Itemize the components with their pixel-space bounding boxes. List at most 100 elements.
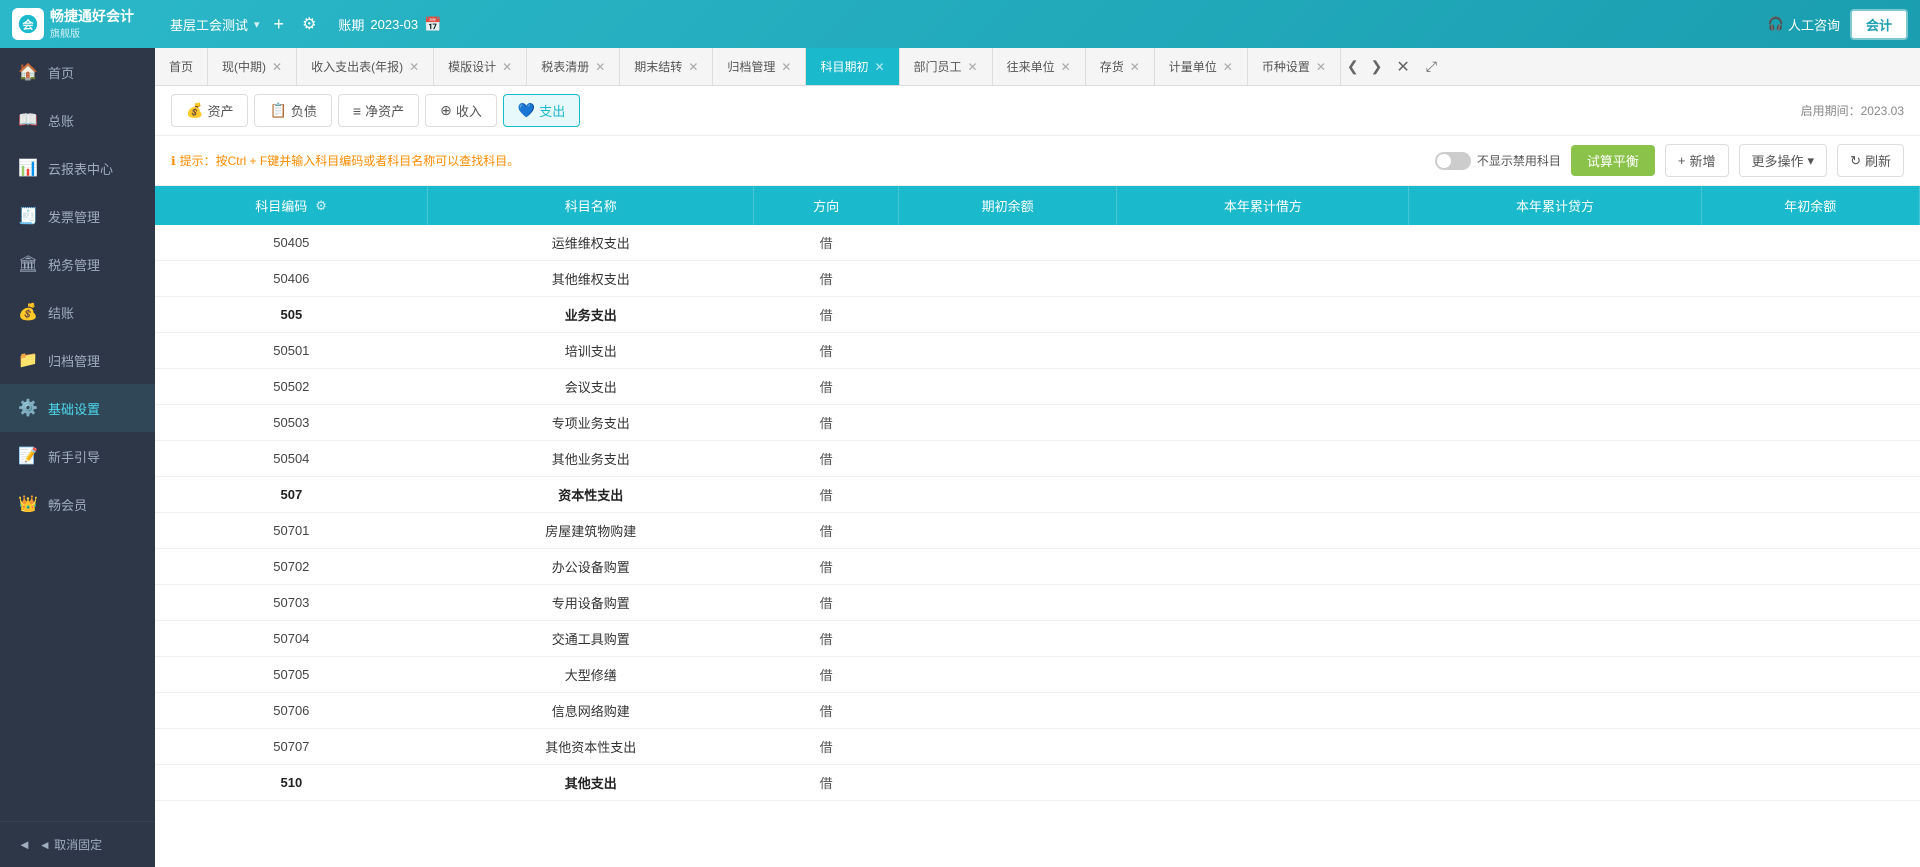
tab-home[interactable]: 首页 (155, 48, 208, 86)
tab-next-button[interactable]: ❯ (1365, 48, 1389, 86)
tab-close-icon[interactable]: ✕ (1130, 60, 1140, 74)
table-row[interactable]: 50406 其他维权支出 借 (155, 261, 1920, 297)
sidebar-item-label: 云报表中心 (48, 159, 113, 178)
add-tab-button[interactable]: + (270, 14, 289, 35)
tab-period-end[interactable]: 期末结转 ✕ (620, 48, 713, 86)
cell-code: 510 (155, 765, 428, 801)
sidebar-item-ledger[interactable]: 📖 总账 (0, 96, 155, 144)
table-row[interactable]: 50705 大型修缮 借 (155, 657, 1920, 693)
tab-unit[interactable]: 计量单位 ✕ (1155, 48, 1248, 86)
table-row[interactable]: 50707 其他资本性支出 借 (155, 729, 1920, 765)
sidebar-item-close[interactable]: 💰 结账 (0, 288, 155, 336)
sidebar-item-settings[interactable]: ⚙️ 基础设置 (0, 384, 155, 432)
tab-tax[interactable]: 税表清册 ✕ (527, 48, 620, 86)
tab-template[interactable]: 模版设计 ✕ (434, 48, 527, 86)
balance-button[interactable]: 试算平衡 (1571, 145, 1655, 176)
tab-close-all-button[interactable]: ✕ (1388, 48, 1417, 86)
tab-current-period[interactable]: 现(中期) ✕ (208, 48, 297, 86)
table-row[interactable]: 50701 房屋建筑物购建 借 (155, 513, 1920, 549)
tab-label: 部门员工 (914, 58, 962, 75)
sub-tab-expense[interactable]: 💙 支出 (503, 94, 580, 127)
sidebar-item-label: 新手引导 (48, 447, 100, 466)
tab-close-icon[interactable]: ✕ (1223, 60, 1233, 74)
cell-dir: 借 (754, 585, 899, 621)
table-row[interactable]: 507 资本性支出 借 (155, 477, 1920, 513)
sidebar-collapse-button[interactable]: ◄ ◄ 取消固定 (0, 821, 155, 867)
tab-subject-initial[interactable]: 科目期初 ✕ (806, 48, 899, 86)
tab-close-icon[interactable]: ✕ (688, 60, 698, 74)
table-container: 科目编码 ⚙ 科目名称 方向 期初余额 本年累计借方 本年累计贷方 年初余额 5… (155, 186, 1920, 867)
table-row[interactable]: 50703 专用设备购置 借 (155, 585, 1920, 621)
tab-archive[interactable]: 归档管理 ✕ (713, 48, 806, 86)
settings-icon[interactable]: ⚙ (298, 14, 320, 34)
table-row[interactable]: 50502 会议支出 借 (155, 369, 1920, 405)
logo-sub: 旗舰版 (50, 25, 134, 40)
tab-expand-button[interactable]: ⤢ (1418, 48, 1445, 86)
cell-ytd-debit (1117, 765, 1409, 801)
sub-tab-equity[interactable]: ≡ 净资产 (338, 94, 419, 127)
calendar-icon[interactable]: 📅 (424, 16, 441, 33)
tab-close-icon[interactable]: ✕ (781, 60, 791, 74)
sidebar-item-invoice[interactable]: 🧾 发票管理 (0, 192, 155, 240)
plus-icon: + (1678, 153, 1686, 168)
tab-close-icon[interactable]: ✕ (595, 60, 605, 74)
tab-close-icon[interactable]: ✕ (1061, 60, 1071, 74)
sub-tab-asset[interactable]: 💰 资产 (171, 94, 248, 127)
sidebar-item-archive[interactable]: 📁 归档管理 (0, 336, 155, 384)
table-row[interactable]: 50503 专项业务支出 借 (155, 405, 1920, 441)
cell-code: 50703 (155, 585, 428, 621)
account-button[interactable]: 会计 (1850, 9, 1908, 40)
hint-text: 提示：按Ctrl + F键并输入科目编码或者科目名称可以查找科目。 (180, 152, 520, 169)
cell-name: 培训支出 (428, 333, 754, 369)
refresh-button[interactable]: ↻ 刷新 (1837, 144, 1904, 177)
tab-dept[interactable]: 部门员工 ✕ (900, 48, 993, 86)
table-row[interactable]: 50504 其他业务支出 借 (155, 441, 1920, 477)
company-area[interactable]: 基层工会测试 ▾ (170, 15, 260, 34)
table-row[interactable]: 510 其他支出 借 (155, 765, 1920, 801)
tab-close-icon[interactable]: ✕ (272, 60, 282, 74)
logo-text: 畅捷通好会计 (50, 8, 134, 25)
sidebar-item-label: 税务管理 (48, 255, 100, 274)
sidebar-item-vip[interactable]: 👑 畅会员 (0, 480, 155, 528)
more-button[interactable]: 更多操作 ▾ (1739, 144, 1828, 177)
cell-beginning (1701, 225, 1919, 261)
table-row[interactable]: 505 业务支出 借 (155, 297, 1920, 333)
tab-close-icon[interactable]: ✕ (409, 60, 419, 74)
sub-tab-label: 净资产 (365, 101, 404, 120)
cell-ytd-credit (1409, 693, 1701, 729)
service-button[interactable]: 🎧 人工咨询 (1768, 15, 1840, 34)
tab-close-icon[interactable]: ✕ (502, 60, 512, 74)
sub-tab-income[interactable]: ⊕ 收入 (425, 94, 497, 127)
table-row[interactable]: 50702 办公设备购置 借 (155, 549, 1920, 585)
tab-counterparty[interactable]: 往来单位 ✕ (993, 48, 1086, 86)
cell-code: 50702 (155, 549, 428, 585)
tab-inventory[interactable]: 存货 ✕ (1086, 48, 1155, 86)
column-settings-icon[interactable]: ⚙ (315, 198, 327, 214)
sidebar-item-reports[interactable]: 📊 云报表中心 (0, 144, 155, 192)
sub-tab-liability[interactable]: 📋 负债 (254, 94, 331, 127)
cell-dir: 借 (754, 369, 899, 405)
cell-ytd-credit (1409, 261, 1701, 297)
cell-ytd-debit (1117, 441, 1409, 477)
table-row[interactable]: 50501 培训支出 借 (155, 333, 1920, 369)
sidebar-item-guide[interactable]: 📝 新手引导 (0, 432, 155, 480)
tab-close-icon[interactable]: ✕ (968, 60, 978, 74)
tab-prev-button[interactable]: ❮ (1341, 48, 1365, 86)
table-row[interactable]: 50704 交通工具购置 借 (155, 621, 1920, 657)
cell-opening (898, 513, 1116, 549)
tab-annual-report[interactable]: 收入支出表(年报) ✕ (297, 48, 434, 86)
service-label: 人工咨询 (1788, 15, 1840, 34)
table-row[interactable]: 50405 运维维权支出 借 (155, 225, 1920, 261)
sidebar-item-home[interactable]: 🏠 首页 (0, 48, 155, 96)
tab-close-icon[interactable]: ✕ (874, 60, 884, 74)
toggle-label: 不显示禁用科目 (1477, 152, 1561, 169)
tab-currency[interactable]: 币种设置 ✕ (1248, 48, 1341, 86)
tab-close-icon[interactable]: ✕ (1316, 60, 1326, 74)
table-row[interactable]: 50706 信息网络购建 借 (155, 693, 1920, 729)
toggle-disabled-switch[interactable] (1435, 152, 1471, 170)
add-button[interactable]: + 新增 (1665, 144, 1729, 177)
cell-opening (898, 477, 1116, 513)
sidebar-item-tax[interactable]: 🏛 税务管理 (0, 240, 155, 288)
cell-opening (898, 693, 1116, 729)
chevron-down-icon[interactable]: ▾ (254, 18, 260, 31)
